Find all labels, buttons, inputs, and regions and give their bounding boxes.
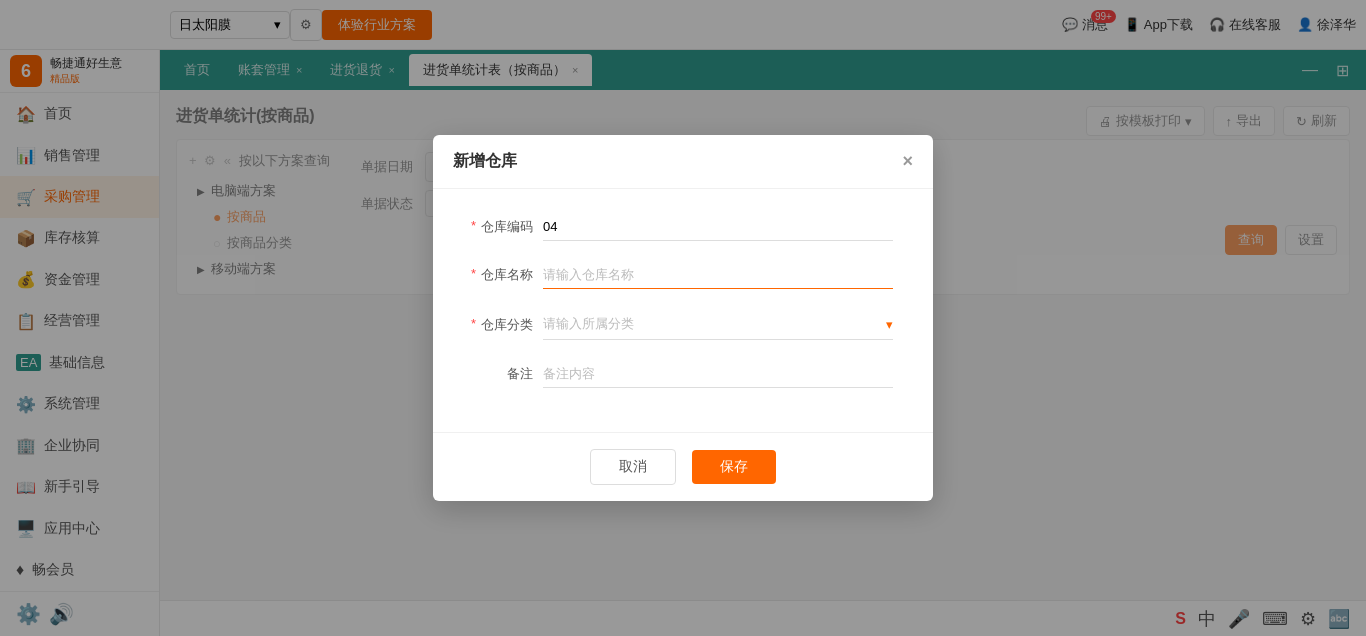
category-placeholder: 请输入所属分类 bbox=[543, 315, 634, 333]
category-dropdown-icon: ▾ bbox=[886, 317, 893, 332]
modal-footer: 取消 保存 bbox=[433, 432, 933, 501]
save-button[interactable]: 保存 bbox=[692, 450, 776, 484]
note-input[interactable] bbox=[543, 360, 893, 388]
modal-header: 新增仓库 × bbox=[433, 135, 933, 189]
category-select[interactable]: 请输入所属分类 ▾ bbox=[543, 309, 893, 340]
cancel-button[interactable]: 取消 bbox=[590, 449, 676, 485]
modal-close-button[interactable]: × bbox=[902, 151, 913, 172]
modal-overlay: 新增仓库 × 仓库编码 仓库名称 仓库分类 bbox=[0, 0, 1366, 636]
name-label: 仓库名称 bbox=[473, 266, 543, 284]
category-label: 仓库分类 bbox=[473, 316, 543, 334]
note-label: 备注 bbox=[473, 365, 543, 383]
modal-body: 仓库编码 仓库名称 仓库分类 请输入所属分类 ▾ bbox=[433, 189, 933, 432]
form-row-note: 备注 bbox=[473, 360, 893, 388]
code-label: 仓库编码 bbox=[473, 218, 543, 236]
form-row-code: 仓库编码 bbox=[473, 213, 893, 241]
modal-title: 新增仓库 bbox=[453, 151, 517, 172]
code-input[interactable] bbox=[543, 213, 893, 241]
add-warehouse-modal: 新增仓库 × 仓库编码 仓库名称 仓库分类 bbox=[433, 135, 933, 501]
form-row-category: 仓库分类 请输入所属分类 ▾ bbox=[473, 309, 893, 340]
form-row-name: 仓库名称 bbox=[473, 261, 893, 289]
name-input[interactable] bbox=[543, 261, 893, 289]
